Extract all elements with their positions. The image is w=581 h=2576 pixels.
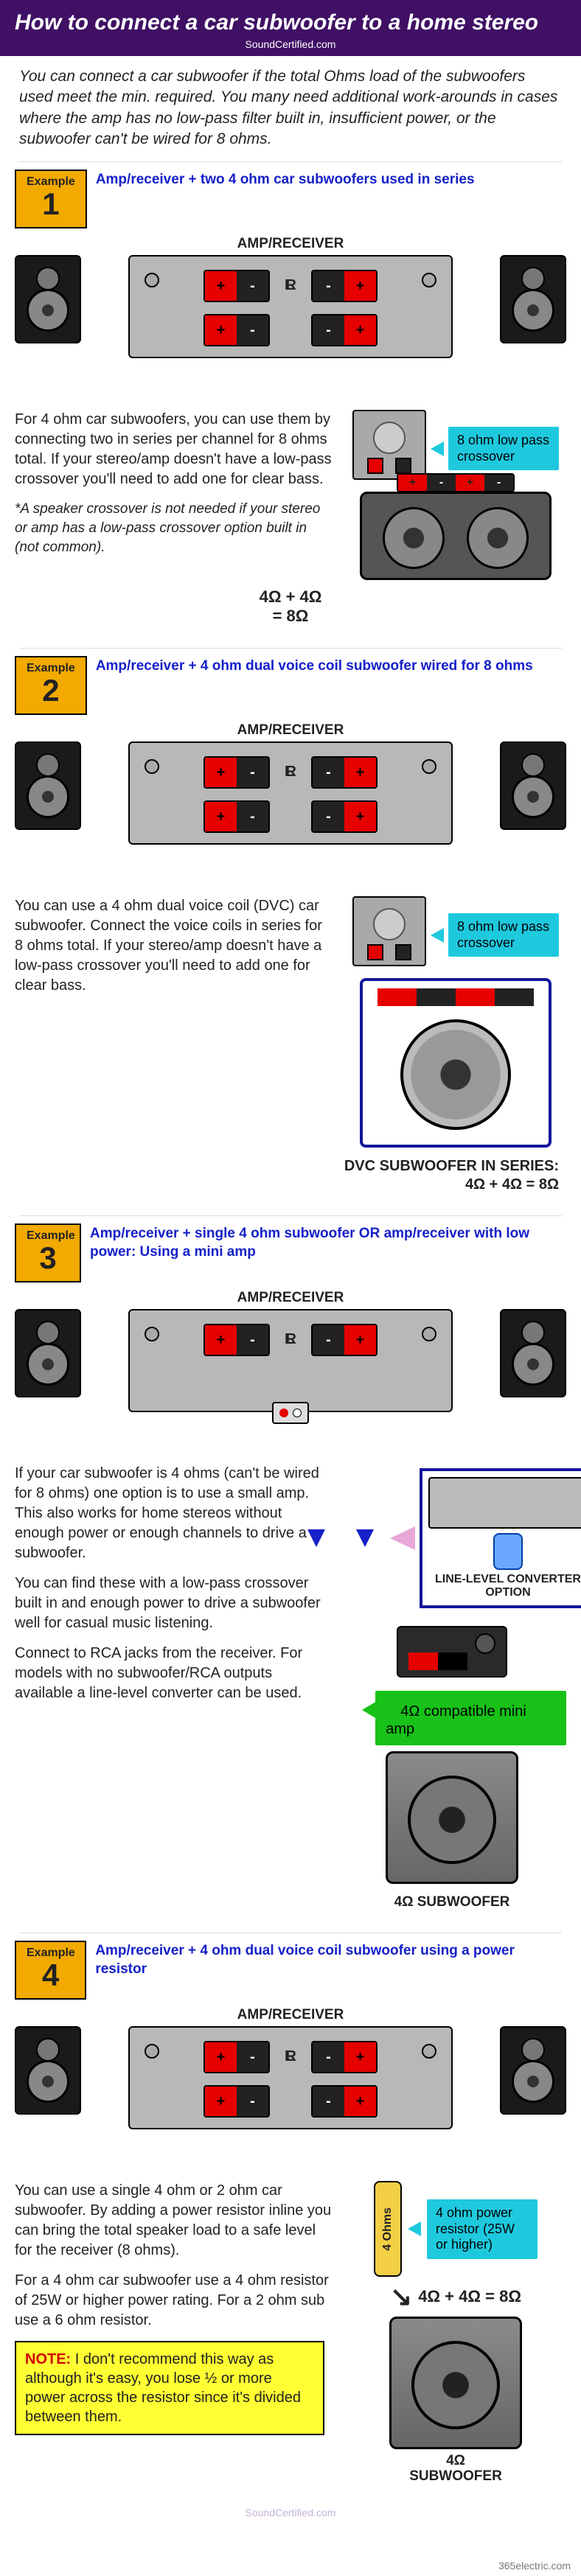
resistor-label: 4 Ohms [381, 2207, 394, 2251]
example-badge-3: Example 3 [15, 1224, 81, 1282]
speaker-icon [15, 255, 81, 343]
divider [19, 161, 562, 162]
crossover-callout: 8 ohm low pass crossover [448, 913, 559, 957]
speaker-icon [15, 1309, 81, 1397]
terminal-group: +- [203, 314, 270, 346]
crossover-callout: 8 ohm low pass crossover [448, 427, 559, 470]
divider [19, 1215, 562, 1216]
arrow-down-icon [356, 1529, 374, 1547]
example-3: Example 3 Amp/receiver + single 4 ohm su… [15, 1224, 566, 1910]
example-1-title: Amp/receiver + two 4 ohm car subwoofers … [96, 170, 475, 189]
crossover-icon [352, 896, 426, 966]
channel-right-label: R [286, 277, 296, 294]
example-4-math: 4Ω + 4Ω = 8Ω [418, 2287, 521, 2306]
speaker-icon [15, 741, 81, 830]
amp-receiver: L R +- -+ +- -+ [128, 2026, 453, 2129]
terminal-group: -+ [311, 270, 378, 302]
subwoofer-icon [389, 2317, 522, 2449]
intro-text: You can connect a car subwoofer if the t… [7, 56, 574, 157]
resistor-callout: 4 ohm power resistor (25W or higher) [427, 2199, 537, 2259]
terminal-neg-icon: - [313, 271, 344, 301]
terminal-group: +- [203, 270, 270, 302]
arrow-left-icon [390, 1526, 415, 1550]
amp-receiver: L R +- -+ [128, 1309, 453, 1412]
converter-icon [493, 1533, 523, 1570]
example-badge-2: Example 2 [15, 656, 87, 715]
line-level-label: LINE-LEVEL CONVERTER OPTION [428, 1573, 581, 1599]
callout-tail-icon [408, 2221, 421, 2236]
subwoofer-label: 4Ω SUBWOOFER [394, 1894, 510, 1910]
speaker-icon [500, 255, 566, 343]
arrow-down-icon [307, 1529, 325, 1547]
example-3-title: Amp/receiver + single 4 ohm subwoofer OR… [90, 1224, 566, 1261]
example-1-body: For 4 ohm car subwoofers, you can use th… [15, 410, 332, 489]
note-prefix: NOTE: [25, 2351, 71, 2367]
example-3-body-1: If your car subwoofer is 4 ohms (can't b… [15, 1464, 324, 1563]
crossover-icon [352, 410, 426, 480]
speaker-icon [15, 2026, 81, 2115]
terminal-pos-icon: + [344, 271, 376, 301]
sub-ohm-label: 4Ω [409, 2454, 502, 2469]
example-1: Example 1 Amp/receiver + two 4 ohm car s… [15, 170, 566, 626]
knob-icon [422, 273, 436, 287]
terminal-neg-icon: - [237, 271, 268, 301]
line-level-converter-box: LINE-LEVEL CONVERTER OPTION [420, 1468, 581, 1608]
page-header: How to connect a car subwoofer to a home… [0, 0, 581, 56]
speaker-icon [500, 741, 566, 830]
example-badge-4: Example 4 [15, 1941, 86, 2000]
footer-site: 365electric.com [0, 2555, 581, 2576]
page-title: How to connect a car subwoofer to a home… [15, 10, 566, 35]
dvc-subwoofer-diagram [360, 978, 552, 1148]
footer-source: SoundCertified.com [7, 2507, 574, 2519]
callout-tail-icon [431, 441, 444, 456]
amp-receiver: L R +- -+ +- -+ [128, 741, 453, 845]
sub-text-label: SUBWOOFER [409, 2469, 502, 2485]
dvc-title: DVC SUBWOOFER IN SERIES: [22, 1158, 559, 1175]
example-4-note: NOTE: I don't recommend this way as alth… [15, 2341, 324, 2435]
example-1-footnote: *A speaker crossover is not needed if yo… [15, 500, 332, 556]
terminal-group: -+ [311, 314, 378, 346]
example-3-body-3: Connect to RCA jacks from the receiver. … [15, 1644, 324, 1703]
mini-receiver-icon [428, 1477, 581, 1529]
example-badge-1: Example 1 [15, 170, 87, 228]
rca-jacks-icon [272, 1402, 309, 1424]
subwoofer-icon [386, 1751, 518, 1884]
example-2-title: Amp/receiver + 4 ohm dual voice coil sub… [96, 656, 533, 676]
speaker-icon [500, 2026, 566, 2115]
amp-label: AMP/RECEIVER [15, 236, 566, 252]
example-2: Example 2 Amp/receiver + 4 ohm dual voic… [15, 656, 566, 1193]
divider [19, 648, 562, 649]
example-4-body-2: For a 4 ohm car subwoofer use a 4 ohm re… [15, 2271, 332, 2331]
speaker-icon [500, 1309, 566, 1397]
terminal-pos-icon: + [205, 271, 237, 301]
example-2-body: You can use a 4 ohm dual voice coil (DVC… [15, 896, 332, 996]
dvc-math: 4Ω + 4Ω = 8Ω [15, 1176, 559, 1193]
example-4-title: Amp/receiver + 4 ohm dual voice coil sub… [95, 1941, 566, 1978]
mini-amp-icon [397, 1626, 507, 1678]
header-source: SoundCertified.com [15, 38, 566, 50]
amp-receiver: L R +- -+ +- -+ [128, 255, 453, 358]
miniamp-callout: 4Ω compatible mini amp [375, 1691, 566, 1745]
badge-number: 1 [27, 189, 75, 220]
example-3-body-2: You can find these with a low-pass cross… [15, 1574, 324, 1633]
arrow-down-icon: ↘ [390, 2281, 412, 2312]
example-4: Example 4 Amp/receiver + 4 ohm dual voic… [15, 1941, 566, 2485]
example-4-body-1: You can use a single 4 ohm or 2 ohm car … [15, 2181, 332, 2261]
power-resistor-icon: 4 Ohms [374, 2181, 402, 2277]
dual-subwoofer-icon: +-+- [360, 492, 552, 580]
knob-icon [145, 273, 159, 287]
callout-tail-icon [431, 928, 444, 943]
example-1-math: 4Ω + 4Ω = 8Ω [260, 587, 322, 626]
